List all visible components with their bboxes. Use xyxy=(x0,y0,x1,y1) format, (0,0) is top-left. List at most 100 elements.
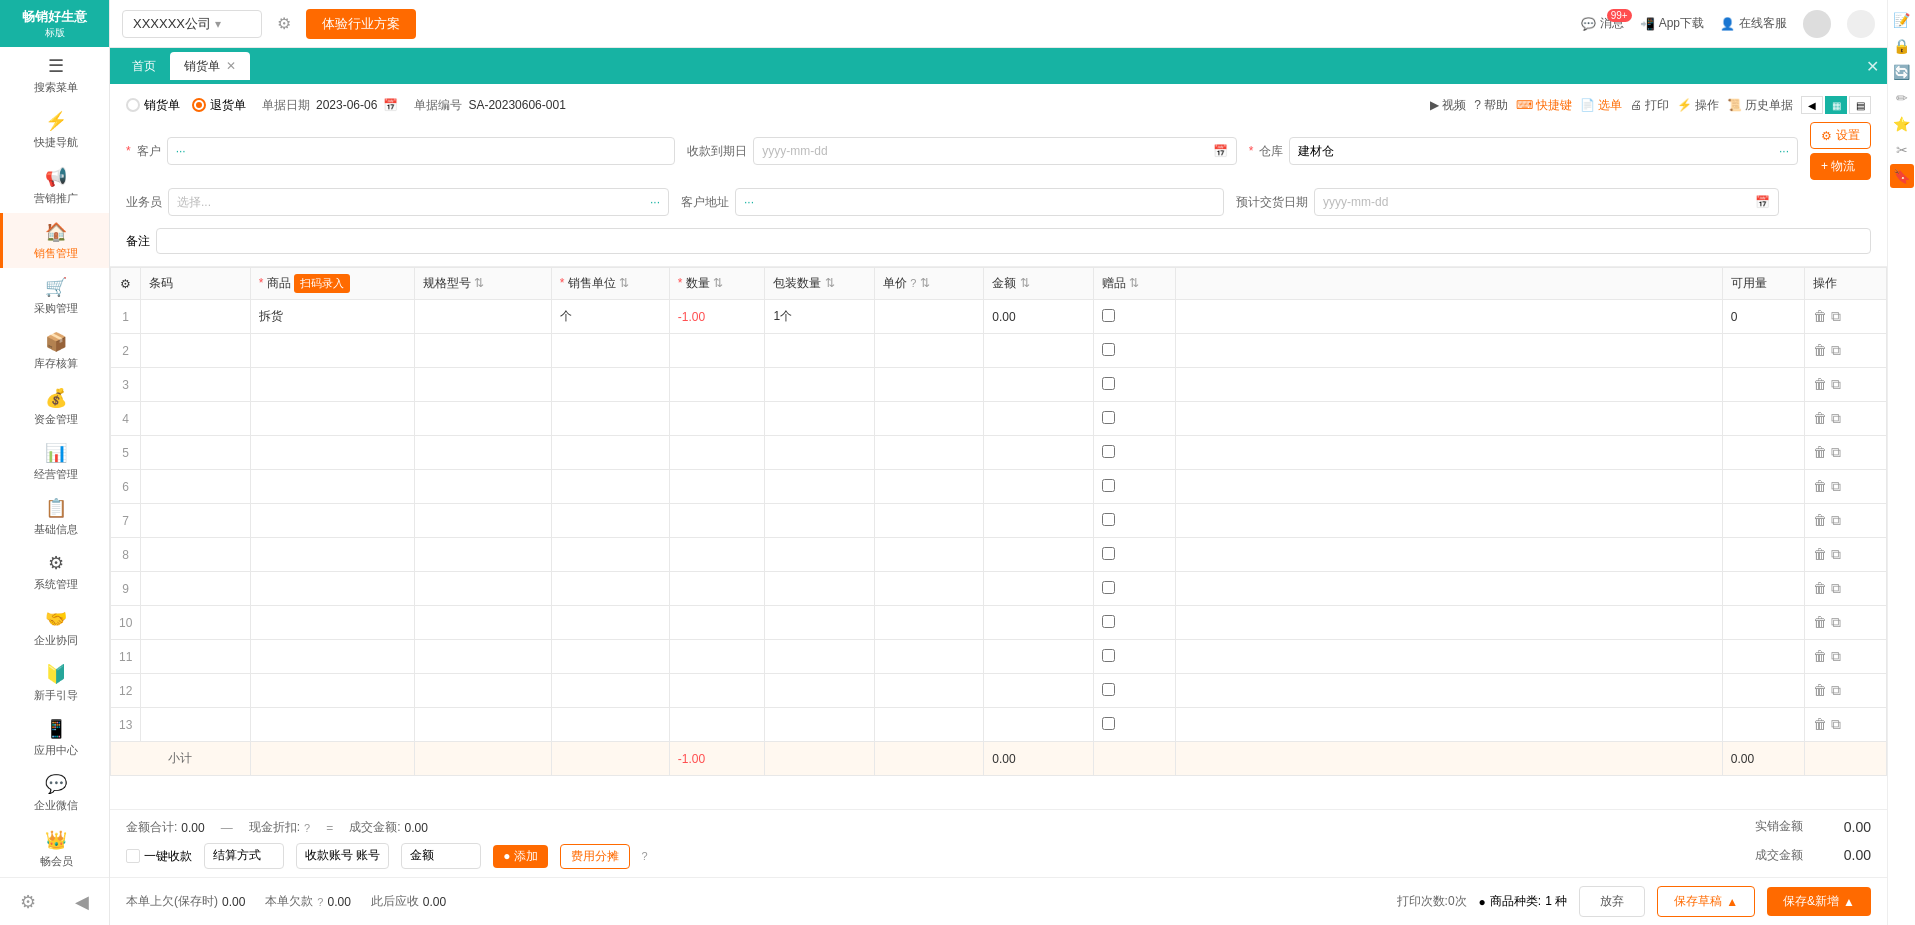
row-barcode[interactable] xyxy=(141,300,250,334)
gift-checkbox[interactable] xyxy=(1102,615,1115,628)
sidebar-item-app-center[interactable]: 📱 应用中心 xyxy=(0,711,109,766)
copy-row-icon[interactable]: ⧉ xyxy=(1831,444,1841,461)
abandon-button[interactable]: 放弃 xyxy=(1579,886,1645,917)
trial-button[interactable]: 体验行业方案 xyxy=(306,9,416,39)
sidebar-item-system[interactable]: ⚙ 系统管理 xyxy=(0,545,109,600)
right-tool-lock[interactable]: 🔒 xyxy=(1890,34,1914,58)
settlement-select[interactable]: 结算方式 xyxy=(204,843,284,869)
tab-close-icon[interactable]: ✕ xyxy=(226,59,236,73)
sort-gift-icon[interactable]: ⇅ xyxy=(1129,276,1139,290)
save-new-button[interactable]: 保存&新增 ▲ xyxy=(1767,887,1871,916)
discount-help-icon[interactable]: ? xyxy=(304,822,310,834)
sidebar-item-marketing[interactable]: 📢 营销推广 xyxy=(0,158,109,213)
price-help-icon[interactable]: ? xyxy=(910,277,916,289)
delete-row-icon[interactable]: 🗑 xyxy=(1813,580,1827,597)
copy-row-icon[interactable]: ⧉ xyxy=(1831,478,1841,495)
copy-row-icon[interactable]: ⧉ xyxy=(1831,342,1841,359)
tab-sales-order[interactable]: 销货单 ✕ xyxy=(170,52,250,80)
settings-icon[interactable]: ⚙ xyxy=(270,10,298,38)
gift-checkbox[interactable] xyxy=(1102,547,1115,560)
copy-row-icon[interactable]: ⧉ xyxy=(1831,614,1841,631)
copy-row-icon[interactable]: ⧉ xyxy=(1831,682,1841,699)
tab-home[interactable]: 首页 xyxy=(118,52,170,80)
sort-pkg-icon[interactable]: ⇅ xyxy=(825,276,835,290)
gift-checkbox[interactable] xyxy=(1102,513,1115,526)
gift-checkbox[interactable] xyxy=(1102,717,1115,730)
sidebar-item-purchase[interactable]: 🛒 采购管理 xyxy=(0,268,109,323)
customer-input[interactable]: ··· xyxy=(167,137,676,165)
gift-checkbox[interactable] xyxy=(1102,683,1115,696)
gift-checkbox[interactable] xyxy=(1102,649,1115,662)
right-tool-star[interactable]: ⭐ xyxy=(1890,112,1914,136)
copy-row-icon[interactable]: ⧉ xyxy=(1831,308,1841,325)
sort-amount-icon[interactable]: ⇅ xyxy=(1020,276,1030,290)
shortcut-btn[interactable]: ⌨ 快捷键 xyxy=(1516,97,1572,114)
logistics-button[interactable]: + 物流 xyxy=(1810,153,1871,180)
row-pkg-qty[interactable]: 1个 xyxy=(765,300,874,334)
company-select[interactable]: XXXXXX公司 ▾ xyxy=(122,10,262,38)
account-input[interactable]: 收款账号 账号 xyxy=(296,843,389,869)
copy-row-icon[interactable]: ⧉ xyxy=(1831,648,1841,665)
gift-checkbox[interactable] xyxy=(1102,445,1115,458)
expense-help-icon[interactable]: ? xyxy=(642,850,648,862)
user-avatar[interactable] xyxy=(1803,10,1831,38)
delivery-date-input[interactable]: yyyy-mm-dd 📅 xyxy=(1314,188,1779,216)
copy-row-icon[interactable]: ⧉ xyxy=(1831,512,1841,529)
copy-row-icon[interactable]: ⧉ xyxy=(1831,410,1841,427)
delete-row-icon[interactable]: 🗑 xyxy=(1813,512,1827,529)
sidebar-item-wechat[interactable]: 💬 企业微信 xyxy=(0,766,109,821)
row-amount[interactable]: 0.00 xyxy=(984,300,1093,334)
radio-sales[interactable]: 销货单 xyxy=(126,97,180,114)
operations-btn[interactable]: ⚡ 操作 xyxy=(1677,97,1719,114)
sidebar-item-inventory[interactable]: 📦 库存核算 xyxy=(0,324,109,379)
delete-row-icon[interactable]: 🗑 xyxy=(1813,716,1827,733)
message-btn[interactable]: 💬 消息 99+ xyxy=(1581,15,1624,32)
delete-row-icon[interactable]: 🗑 xyxy=(1813,546,1827,563)
scan-button[interactable]: 扫码录入 xyxy=(294,274,350,293)
help-btn[interactable]: ? 帮助 xyxy=(1474,97,1508,114)
customer-address-input[interactable]: ··· xyxy=(735,188,1224,216)
table-container[interactable]: ⚙ 条码 * 商品 扫码录入 规格型号 ⇅ xyxy=(110,267,1887,809)
remark-input[interactable] xyxy=(156,228,1871,254)
col-settings[interactable]: ⚙ xyxy=(111,268,141,300)
row-gift[interactable] xyxy=(1093,300,1175,334)
delete-row-icon[interactable]: 🗑 xyxy=(1813,444,1827,461)
gift-checkbox[interactable] xyxy=(1102,309,1115,322)
salesperson-input[interactable]: 选择... ··· xyxy=(168,188,669,216)
payment-due-input[interactable]: yyyy-mm-dd 📅 xyxy=(753,137,1236,165)
print-btn[interactable]: 🖨 打印 xyxy=(1630,97,1669,114)
save-draft-button[interactable]: 保存草稿 ▲ xyxy=(1657,886,1755,917)
amount-input[interactable]: 金额 xyxy=(401,843,481,869)
choose-btn[interactable]: 📄 选单 xyxy=(1580,97,1622,114)
delete-row-icon[interactable]: 🗑 xyxy=(1813,410,1827,427)
copy-row-icon[interactable]: ⧉ xyxy=(1831,580,1841,597)
sort-spec-icon[interactable]: ⇅ xyxy=(474,276,484,290)
sort-unit-icon[interactable]: ⇅ xyxy=(619,276,629,290)
gift-checkbox[interactable] xyxy=(1102,581,1115,594)
right-tool-pen[interactable]: ✏ xyxy=(1890,86,1914,110)
user-avatar-2[interactable] xyxy=(1847,10,1875,38)
sidebar-item-guide[interactable]: 🔰 新手引导 xyxy=(0,655,109,710)
gift-checkbox[interactable] xyxy=(1102,479,1115,492)
delete-row-icon[interactable]: 🗑 xyxy=(1813,648,1827,665)
video-btn[interactable]: ▶ 视频 xyxy=(1430,97,1466,114)
delete-row-icon[interactable]: 🗑 xyxy=(1813,682,1827,699)
delete-row-icon[interactable]: 🗑 xyxy=(1813,308,1827,325)
grid-view-btn[interactable]: ▦ xyxy=(1825,96,1847,114)
delete-row-icon[interactable]: 🗑 xyxy=(1813,478,1827,495)
sort-qty-icon[interactable]: ⇅ xyxy=(713,276,723,290)
warehouse-input[interactable]: 建材仓 ··· xyxy=(1289,137,1798,165)
settings-button[interactable]: ⚙ 设置 xyxy=(1810,122,1871,149)
collapse-icon[interactable]: ◀ xyxy=(75,891,89,913)
sidebar-logo[interactable]: 畅销好生意 标版 xyxy=(0,0,109,47)
one-click-pay-checkbox[interactable]: 一键收款 xyxy=(126,848,192,865)
sidebar-item-member[interactable]: 👑 畅会员 xyxy=(0,821,109,877)
copy-row-icon[interactable]: ⧉ xyxy=(1831,376,1841,393)
sidebar-item-basic-info[interactable]: 📋 基础信息 xyxy=(0,489,109,544)
gift-checkbox[interactable] xyxy=(1102,343,1115,356)
sidebar-item-operations[interactable]: 📊 经营管理 xyxy=(0,434,109,489)
debt-help-icon[interactable]: ? xyxy=(317,896,323,908)
sidebar-item-enterprise[interactable]: 🤝 企业协同 xyxy=(0,600,109,655)
list-view-btn[interactable]: ◀ xyxy=(1801,96,1823,114)
settings-bottom-icon[interactable]: ⚙ xyxy=(20,891,36,913)
